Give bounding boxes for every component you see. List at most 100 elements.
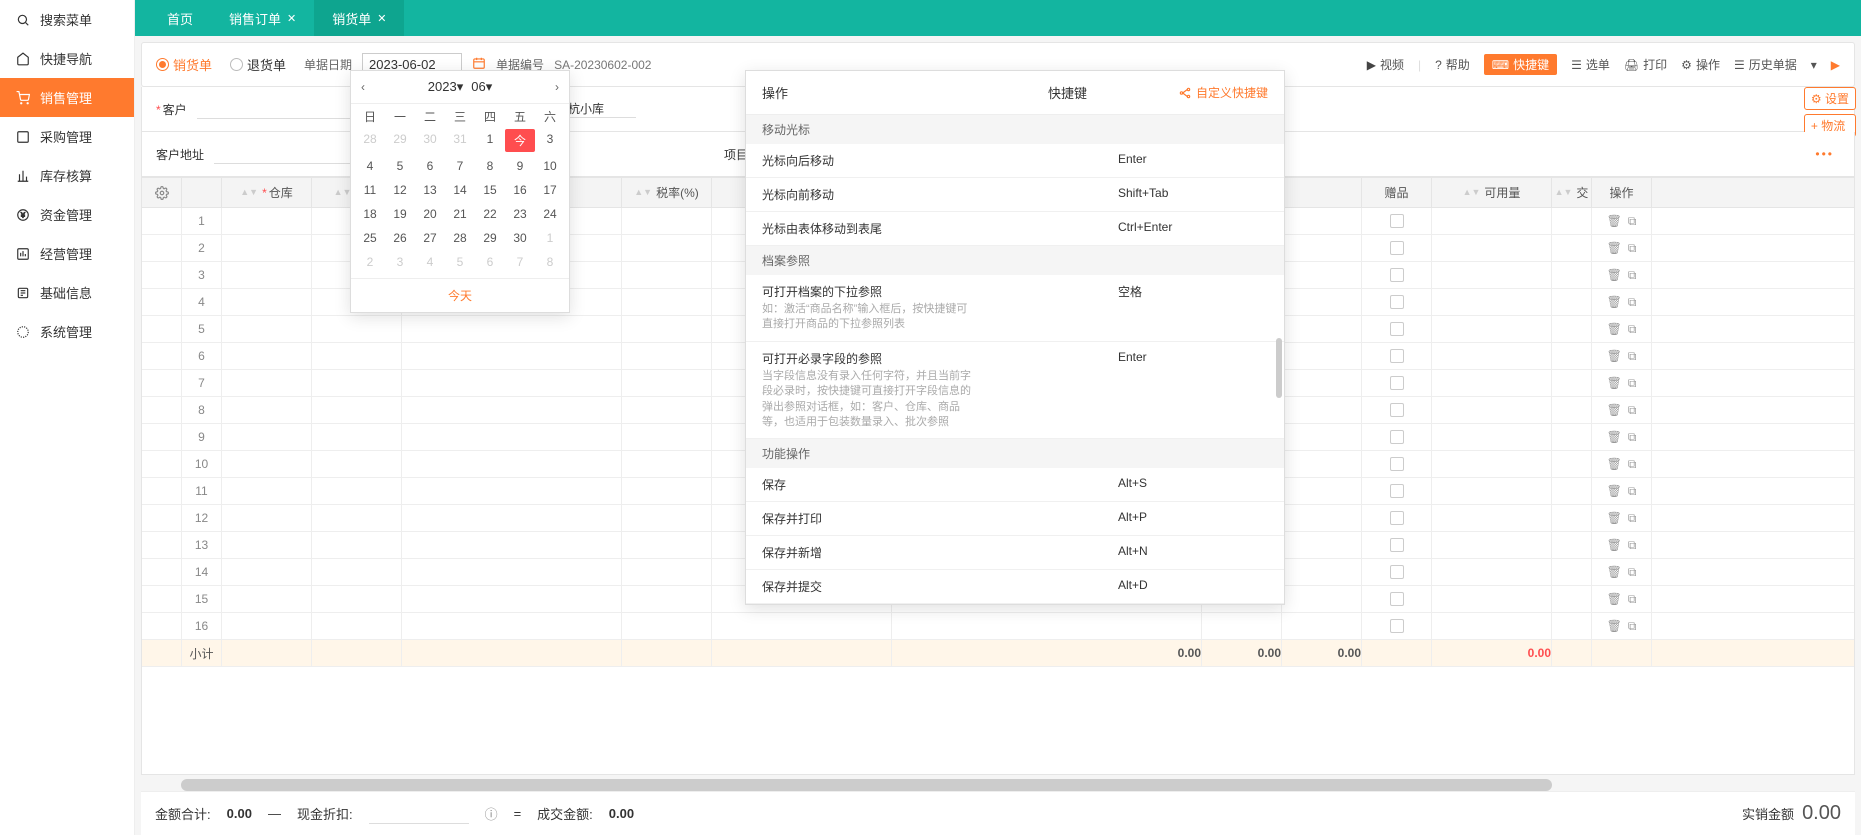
cal-day[interactable]: 20 [415,204,445,224]
cal-day[interactable]: 26 [385,228,415,248]
radio-return[interactable]: 退货单 [230,55,286,74]
delete-icon[interactable]: 🗑 [1607,565,1622,580]
tab-0[interactable]: 首页 [149,0,211,36]
copy-icon[interactable]: ⧉ [1628,214,1637,229]
cal-day[interactable]: 1 [475,129,505,152]
gift-checkbox[interactable] [1390,430,1404,444]
delete-icon[interactable]: 🗑 [1607,619,1622,634]
video-link[interactable]: ▶视频 [1367,56,1404,73]
copy-icon[interactable]: ⧉ [1628,322,1637,337]
cal-day[interactable]: 15 [475,180,505,200]
copy-icon[interactable]: ⧉ [1628,484,1637,499]
cal-day[interactable]: 10 [535,156,565,176]
cal-day[interactable]: 3 [535,129,565,152]
cal-year[interactable]: 2023▾ [428,79,463,95]
sidebar-item-5[interactable]: ¥资金管理 [0,195,134,234]
cal-day[interactable]: 16 [505,180,535,200]
cal-day[interactable]: 6 [415,156,445,176]
cal-day[interactable]: 29 [385,129,415,152]
delete-icon[interactable]: 🗑 [1607,241,1622,256]
cal-day[interactable]: 7 [445,156,475,176]
cal-day[interactable]: 3 [385,252,415,272]
sidebar-item-4[interactable]: 库存核算 [0,156,134,195]
cal-day[interactable]: 7 [505,252,535,272]
cal-day[interactable]: 21 [445,204,475,224]
delete-icon[interactable]: 🗑 [1607,376,1622,391]
gift-checkbox[interactable] [1390,538,1404,552]
gift-checkbox[interactable] [1390,484,1404,498]
close-icon[interactable]: ✕ [377,12,386,25]
cal-day[interactable]: 8 [475,156,505,176]
deliver-header[interactable]: ▲▼交 [1552,178,1592,207]
sidebar-item-0[interactable]: 搜索菜单 [0,0,134,39]
sidebar-item-8[interactable]: 系统管理 [0,312,134,351]
rate-header[interactable]: ▲▼税率(%) [622,178,712,207]
panel-scrollbar[interactable] [1276,338,1282,398]
cal-day[interactable]: 24 [535,204,565,224]
delete-icon[interactable]: 🗑 [1607,349,1622,364]
cal-day[interactable]: 28 [445,228,475,248]
copy-icon[interactable]: ⧉ [1628,430,1637,445]
cal-day[interactable]: 11 [355,180,385,200]
play-icon[interactable]: ▶ [1831,58,1840,72]
cal-day[interactable]: 今 [505,129,535,152]
delete-icon[interactable]: 🗑 [1607,268,1622,283]
table-row[interactable]: 16🗑⧉ [142,613,1854,640]
shortcuts-button[interactable]: ⌨快捷键 [1484,54,1557,75]
copy-icon[interactable]: ⧉ [1628,511,1637,526]
cal-day[interactable]: 8 [535,252,565,272]
cal-day[interactable]: 13 [415,180,445,200]
cal-day[interactable]: 27 [415,228,445,248]
select-doc-button[interactable]: ☰选单 [1571,56,1610,73]
gift-checkbox[interactable] [1390,322,1404,336]
cal-day[interactable]: 28 [355,129,385,152]
cal-day[interactable]: 31 [445,129,475,152]
more-icon-2[interactable]: ••• [1815,147,1834,161]
delete-icon[interactable]: 🗑 [1607,457,1622,472]
copy-icon[interactable]: ⧉ [1628,349,1637,364]
help-icon[interactable]: ⓘ [485,804,498,823]
gift-checkbox[interactable] [1390,241,1404,255]
cal-day[interactable]: 4 [355,156,385,176]
gift-checkbox[interactable] [1390,619,1404,633]
cal-day[interactable]: 5 [445,252,475,272]
cal-day[interactable]: 22 [475,204,505,224]
history-button[interactable]: ☰历史单据 [1734,56,1797,73]
copy-icon[interactable]: ⧉ [1628,619,1637,634]
copy-icon[interactable]: ⧉ [1628,403,1637,418]
discount-input[interactable] [369,804,469,824]
cal-prev[interactable]: ‹ [361,80,365,94]
cal-day[interactable]: 5 [385,156,415,176]
h-scrollbar[interactable] [141,779,1855,791]
copy-icon[interactable]: ⧉ [1628,376,1637,391]
cal-day[interactable]: 18 [355,204,385,224]
cal-day[interactable]: 6 [475,252,505,272]
copy-icon[interactable]: ⧉ [1628,268,1637,283]
cal-next[interactable]: › [555,80,559,94]
cal-day[interactable]: 4 [415,252,445,272]
sidebar-item-6[interactable]: 经营管理 [0,234,134,273]
gift-checkbox[interactable] [1390,511,1404,525]
avail-header[interactable]: ▲▼可用量 [1432,178,1552,207]
delete-icon[interactable]: 🗑 [1607,322,1622,337]
ops-button[interactable]: ⚙操作 [1681,56,1720,73]
copy-icon[interactable]: ⧉ [1628,457,1637,472]
wh-header[interactable]: ▲▼*仓库 [222,178,312,207]
gift-header[interactable]: 赠品 [1362,178,1432,207]
cal-day[interactable]: 12 [385,180,415,200]
cal-day[interactable]: 9 [505,156,535,176]
sidebar-item-2[interactable]: 销售管理 [0,78,134,117]
sidebar-item-3[interactable]: 采购管理 [0,117,134,156]
gift-checkbox[interactable] [1390,349,1404,363]
gift-checkbox[interactable] [1390,403,1404,417]
settings-button[interactable]: ⚙ 设置 [1804,87,1856,110]
cal-day[interactable]: 30 [505,228,535,248]
cal-today-button[interactable]: 今天 [351,278,569,312]
close-icon[interactable]: ✕ [287,12,296,25]
copy-icon[interactable]: ⧉ [1628,538,1637,553]
delete-icon[interactable]: 🗑 [1607,430,1622,445]
gift-checkbox[interactable] [1390,214,1404,228]
cal-day[interactable]: 30 [415,129,445,152]
delete-icon[interactable]: 🗑 [1607,511,1622,526]
tab-1[interactable]: 销售订单✕ [211,0,314,36]
